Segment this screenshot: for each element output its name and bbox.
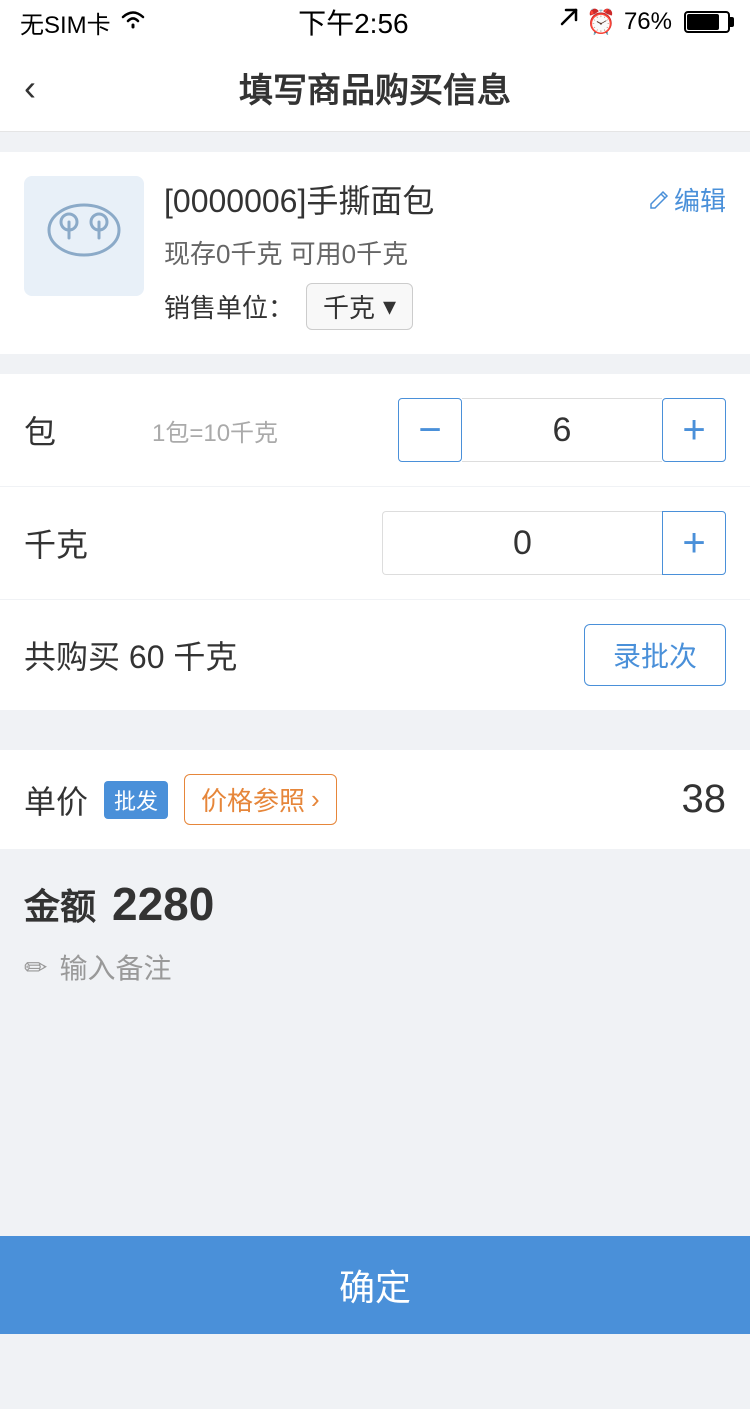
total-row: 共购买 60 千克 录批次 [0,600,750,710]
battery-icon [684,11,730,33]
back-button[interactable]: ‹ [24,67,36,109]
kg-controls: + [382,511,726,575]
amount-section: 金额 2280 ✏ 输入备注 [0,853,750,1011]
kg-label: 千克 [24,520,144,566]
price-ref-button[interactable]: 价格参照 › [184,774,337,825]
status-time: 下午2:56 [298,2,409,42]
price-ref-chevron: › [311,784,320,815]
total-label: 共购买 60 千克 [24,632,237,678]
nav-bar: ‹ 填写商品购买信息 [0,44,750,132]
note-icon: ✏ [24,951,47,984]
product-name: [0000006]手撕面包 [164,176,434,222]
record-batch-button[interactable]: 录批次 [584,624,726,686]
amount-value: 2280 [112,877,214,931]
product-unit-row: 销售单位： 千克 ▾ [164,283,726,330]
note-row[interactable]: ✏ 输入备注 [24,947,726,1011]
price-section: 单价 批发 价格参照 › 38 [0,750,750,849]
section-divider-1 [0,354,750,374]
product-image [24,176,144,296]
price-label: 单价 [24,777,88,823]
kg-input-row: 千克 + [0,487,750,600]
product-name-row: [0000006]手撕面包 编辑 [164,176,726,222]
unit-label: 销售单位： [164,288,294,325]
section-divider-2 [0,710,750,730]
confirm-button[interactable]: 确定 [339,1259,411,1311]
edit-button[interactable]: 编辑 [648,181,726,218]
pack-controls: − + [398,398,726,462]
carrier-text: 无SIM卡 [20,5,111,40]
product-card: [0000006]手撕面包 编辑 现存0千克 可用0千克 销售单位： 千克 ▾ [0,152,750,354]
product-info: [0000006]手撕面包 编辑 现存0千克 可用0千克 销售单位： 千克 ▾ [164,176,726,330]
batch-tag: 批发 [104,781,168,819]
pack-minus-button[interactable]: − [398,398,462,462]
product-logo-icon [44,200,124,272]
status-bar: 无SIM卡 下午2:56 ⏰ 76% [0,0,750,44]
price-row: 单价 批发 价格参照 › 38 [24,774,726,825]
amount-row: 金额 2280 [24,877,726,947]
amount-label: 金额 [24,878,96,930]
page-title: 填写商品购买信息 [239,63,511,112]
note-placeholder: 输入备注 [59,947,171,987]
kg-plus-button[interactable]: + [662,511,726,575]
location-icon [560,8,578,37]
status-right: ⏰ 76% [560,8,730,37]
price-ref-label: 价格参照 [201,781,305,818]
unit-value: 千克 [323,288,375,325]
product-stock: 现存0千克 可用0千克 [164,234,726,271]
alarm-icon: ⏰ [586,8,616,37]
status-left: 无SIM卡 [20,5,147,40]
confirm-bar[interactable]: 确定 [0,1236,750,1334]
pack-sublabel: 1包=10千克 [152,413,278,448]
input-section: 包 1包=10千克 − + 千克 + [0,374,750,600]
pack-input[interactable] [462,398,662,462]
unit-selector[interactable]: 千克 ▾ [306,283,413,330]
pack-input-row: 包 1包=10千克 − + [0,374,750,487]
battery-percent: 76% [624,8,672,36]
price-value: 38 [682,777,727,822]
pack-label: 包 [24,407,144,453]
unit-chevron: ▾ [383,291,396,322]
pack-plus-button[interactable]: + [662,398,726,462]
wifi-icon [119,8,147,36]
kg-input[interactable] [382,511,662,575]
